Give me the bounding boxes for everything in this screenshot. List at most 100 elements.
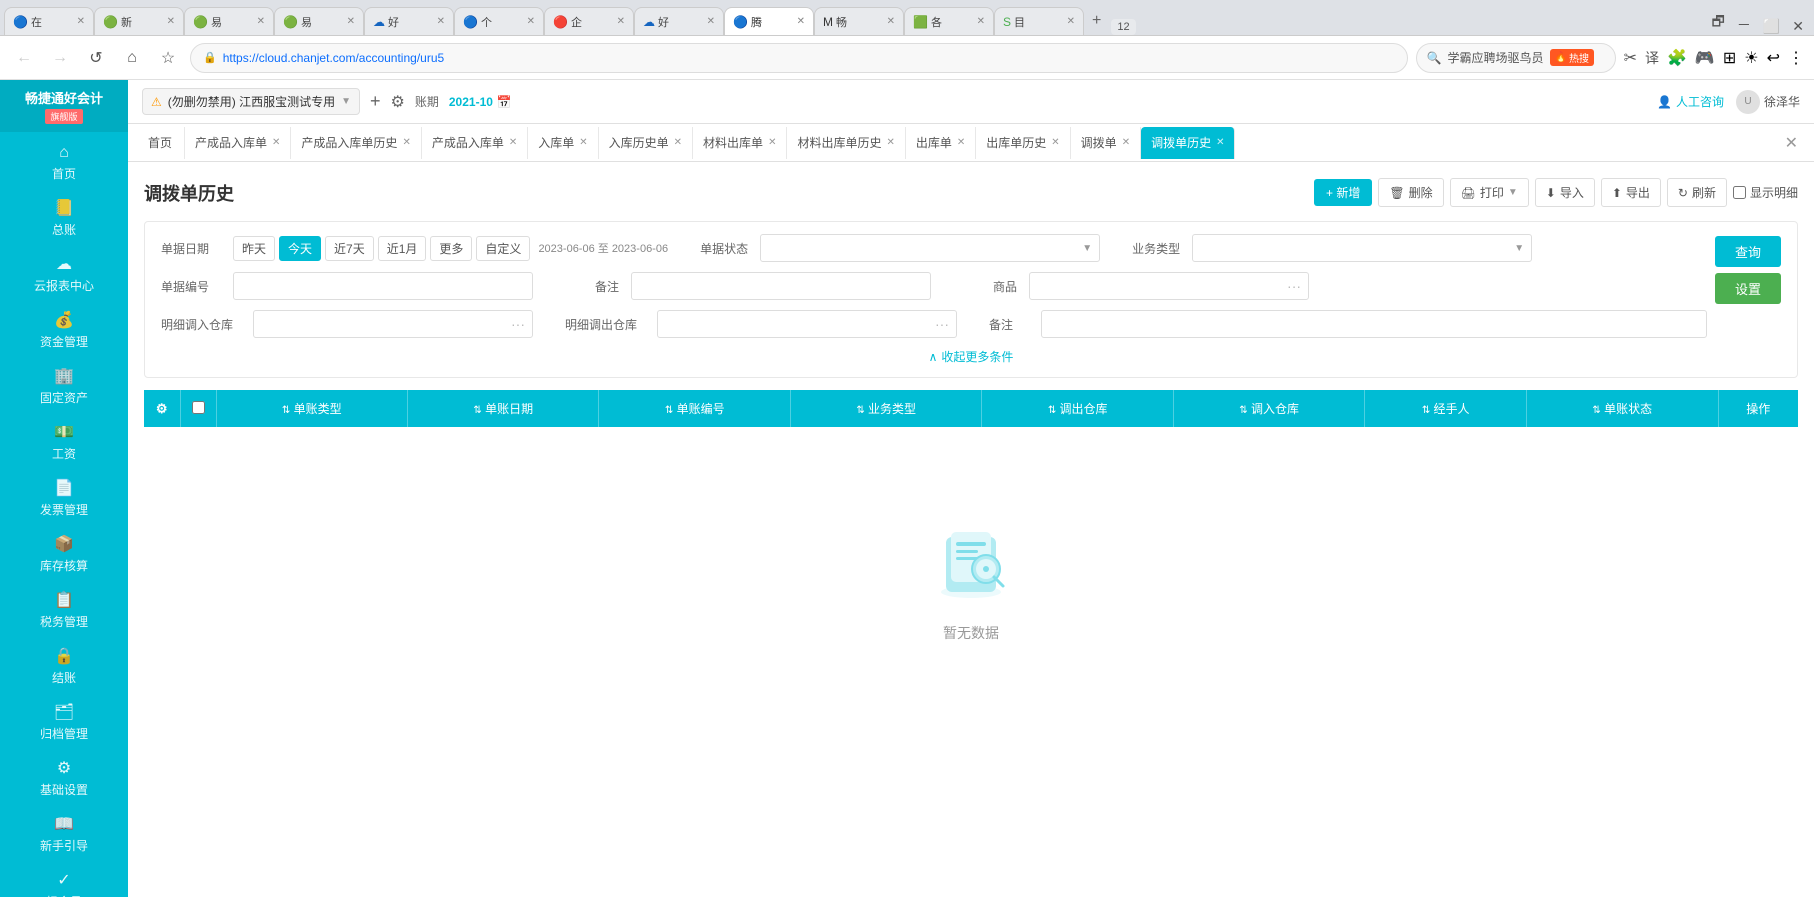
goods-dots-icon[interactable]: ··· bbox=[1287, 278, 1301, 294]
col-order-no[interactable]: ⇅ 单账编号 bbox=[599, 390, 790, 427]
col-checkbox[interactable] bbox=[180, 390, 216, 427]
print-btn[interactable]: 🖨 打印 ▼ bbox=[1450, 178, 1529, 207]
tab-close-icon[interactable]: ✕ bbox=[1122, 137, 1130, 148]
col-type[interactable]: ⇅ 单账类型 bbox=[216, 390, 407, 427]
more-icon[interactable]: ⋮ bbox=[1788, 48, 1804, 68]
tab-page-home[interactable]: 首页 bbox=[136, 127, 185, 159]
tab-close-icon[interactable]: ✕ bbox=[579, 137, 587, 148]
settings-gear-icon[interactable]: ⚙ bbox=[391, 92, 405, 112]
sidebar-item-wages[interactable]: 💵 工资 bbox=[0, 414, 128, 470]
tab-close-icon[interactable]: ✕ bbox=[886, 137, 894, 148]
delete-btn[interactable]: 🗑 删除 bbox=[1378, 178, 1443, 207]
game-icon[interactable]: 🎮 bbox=[1695, 48, 1715, 68]
tab-1[interactable]: 🔵在✕ bbox=[4, 7, 94, 35]
tab-close-icon[interactable]: ✕ bbox=[674, 137, 682, 148]
tab-2[interactable]: 🟢新✕ bbox=[94, 7, 184, 35]
tab-page-in-hist[interactable]: 入库历史单 ✕ bbox=[599, 127, 693, 159]
order-no-input[interactable] bbox=[233, 272, 533, 300]
sidebar-item-reports[interactable]: ☁ 云报表中心 bbox=[0, 246, 128, 302]
sidebar-item-invoice[interactable]: 📄 发票管理 bbox=[0, 470, 128, 526]
biz-type-select-wrapper[interactable]: ▼ bbox=[1192, 234, 1532, 262]
tab-10[interactable]: 🟩各✕ bbox=[904, 7, 994, 35]
tab-6[interactable]: 🔵个✕ bbox=[454, 7, 544, 35]
close-all-tabs-btn[interactable]: ✕ bbox=[1777, 133, 1806, 153]
user-info[interactable]: U 徐泽华 bbox=[1736, 90, 1800, 114]
sidebar-item-tax[interactable]: 📋 税务管理 bbox=[0, 582, 128, 638]
extension-icon[interactable]: 🧩 bbox=[1667, 48, 1687, 68]
translate-icon[interactable]: 译 bbox=[1645, 48, 1659, 68]
grid-icon[interactable]: ⊞ bbox=[1723, 48, 1736, 68]
tab-page-out-order[interactable]: 出库单 ✕ bbox=[906, 127, 976, 159]
display-cols-checkbox[interactable] bbox=[1733, 186, 1746, 199]
col-biz-type[interactable]: ⇅ 业务类型 bbox=[790, 390, 981, 427]
tab-close-icon[interactable]: ✕ bbox=[402, 137, 410, 148]
tab-close-icon[interactable]: ✕ bbox=[768, 137, 776, 148]
tab-page-out-hist[interactable]: 出库单历史 ✕ bbox=[976, 127, 1070, 159]
tab-page-mat-out[interactable]: 材料出库单 ✕ bbox=[693, 127, 787, 159]
col-date[interactable]: ⇅ 单账日期 bbox=[407, 390, 598, 427]
detail-in-input[interactable] bbox=[253, 310, 533, 338]
sidebar-item-closing[interactable]: 🔒 结账 bbox=[0, 638, 128, 694]
sidebar-item-ledger[interactable]: 📒 总账 bbox=[0, 190, 128, 246]
tab-11[interactable]: S目✕ bbox=[994, 7, 1084, 35]
sidebar-item-inventory[interactable]: 📦 库存核算 bbox=[0, 526, 128, 582]
human-service-btn[interactable]: 👤 人工咨询 bbox=[1657, 93, 1724, 110]
star-btn[interactable]: ☆ bbox=[154, 44, 182, 72]
refresh-btn[interactable]: ↻ 刷新 bbox=[1667, 178, 1727, 207]
sidebar-item-archive[interactable]: 🗂 归档管理 bbox=[0, 694, 128, 750]
detail-remark-input[interactable] bbox=[1041, 310, 1707, 338]
tab-page-prod-in[interactable]: 产成品入库单 ✕ bbox=[185, 127, 291, 159]
tab-close-icon[interactable]: ✕ bbox=[957, 137, 965, 148]
col-status[interactable]: ⇅ 单账状态 bbox=[1526, 390, 1718, 427]
col-out-wh[interactable]: ⇅ 调出仓库 bbox=[982, 390, 1173, 427]
query-btn[interactable]: 查询 bbox=[1715, 236, 1781, 267]
date-btn-7days[interactable]: 近7天 bbox=[325, 236, 374, 261]
sidebar-item-funds[interactable]: 💰 资金管理 bbox=[0, 302, 128, 358]
export-btn[interactable]: ⬆ 导出 bbox=[1601, 178, 1661, 207]
tab-close-icon[interactable]: ✕ bbox=[272, 137, 280, 148]
import-btn[interactable]: ⬇ 导入 bbox=[1535, 178, 1595, 207]
new-order-btn[interactable]: + 新增 bbox=[1314, 179, 1372, 206]
sidebar-item-assets[interactable]: 🏢 固定资产 bbox=[0, 358, 128, 414]
col-handler[interactable]: ⇅ 经手人 bbox=[1365, 390, 1527, 427]
sidebar-item-home[interactable]: ⌂ 首页 bbox=[0, 136, 128, 190]
filter-settings-btn[interactable]: 设置 bbox=[1715, 273, 1781, 304]
address-bar[interactable]: 🔒 https://cloud.chanjet.com/accounting/u… bbox=[190, 43, 1408, 73]
select-all-checkbox[interactable] bbox=[192, 401, 205, 414]
tab-close-icon[interactable]: ✕ bbox=[1216, 137, 1224, 148]
history-icon[interactable]: ↩ bbox=[1767, 48, 1780, 68]
period-value[interactable]: 2021-10 📅 bbox=[449, 95, 512, 109]
tab-page-prod-in2[interactable]: 产成品入库单 ✕ bbox=[422, 127, 528, 159]
status-select-wrapper[interactable]: ▼ bbox=[760, 234, 1100, 262]
sidebar-item-settings[interactable]: ⚙ 基础设置 bbox=[0, 750, 128, 806]
maximize-btn[interactable]: ⬜ bbox=[1757, 18, 1786, 35]
tab-7[interactable]: 🔴企✕ bbox=[544, 7, 634, 35]
date-btn-1month[interactable]: 近1月 bbox=[378, 236, 427, 261]
home-btn[interactable]: ⌂ bbox=[118, 44, 146, 72]
minimize-btn[interactable]: － bbox=[1731, 15, 1757, 35]
tab-close-icon[interactable]: ✕ bbox=[1051, 137, 1059, 148]
display-cols-toggle[interactable]: 显示明细 bbox=[1733, 184, 1798, 201]
tab-5[interactable]: ☁好✕ bbox=[364, 7, 454, 35]
close-btn[interactable]: ✕ bbox=[1786, 18, 1810, 35]
col-in-wh[interactable]: ⇅ 调入仓库 bbox=[1173, 390, 1364, 427]
tab-9[interactable]: M畅✕ bbox=[814, 7, 904, 35]
goods-input[interactable] bbox=[1029, 272, 1309, 300]
restore-btn[interactable]: 🗗 bbox=[1706, 11, 1731, 35]
company-selector[interactable]: ⚠ (勿删勿禁用) 江西服宝测试专用 ▼ bbox=[142, 88, 360, 115]
search-bar[interactable]: 🔍 学霸应聘场驱鸟员 🔥 热搜 bbox=[1416, 43, 1616, 73]
detail-out-dots-icon[interactable]: ··· bbox=[935, 316, 949, 332]
new-tab-btn[interactable]: + bbox=[1084, 7, 1109, 35]
detail-out-input[interactable] bbox=[657, 310, 957, 338]
tab-page-prod-in-hist[interactable]: 产成品入库单历史 ✕ bbox=[291, 127, 421, 159]
date-btn-custom[interactable]: 自定义 bbox=[476, 236, 530, 261]
date-btn-yesterday[interactable]: 昨天 bbox=[233, 236, 275, 261]
date-btn-today[interactable]: 今天 bbox=[279, 236, 321, 261]
tab-3[interactable]: 🟢易✕ bbox=[184, 7, 274, 35]
tab-page-transfer[interactable]: 调拨单 ✕ bbox=[1071, 127, 1141, 159]
collapse-btn[interactable]: ∧ 收起更多条件 bbox=[161, 348, 1781, 365]
biz-type-select[interactable] bbox=[1192, 234, 1532, 262]
detail-in-dots-icon[interactable]: ··· bbox=[511, 316, 525, 332]
brightness-icon[interactable]: ☀ bbox=[1744, 48, 1758, 68]
col-gear[interactable]: ⚙ bbox=[144, 390, 180, 427]
